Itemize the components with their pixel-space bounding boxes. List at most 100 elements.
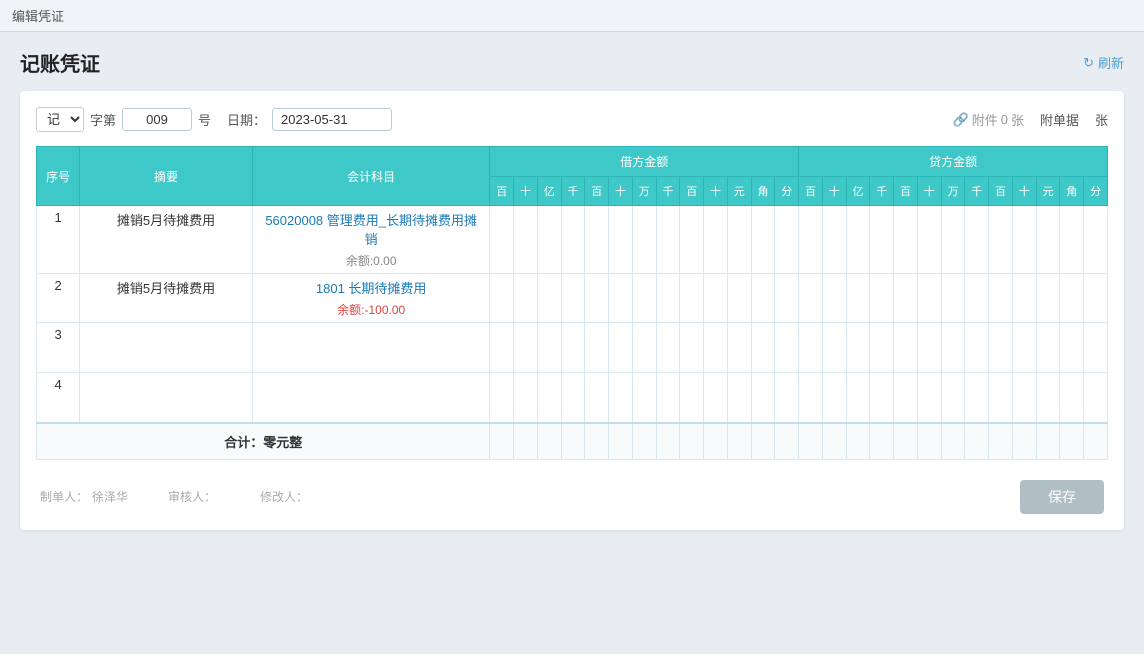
date-input[interactable] <box>272 108 392 131</box>
c8[interactable] <box>965 373 989 423</box>
d11[interactable] <box>727 206 751 274</box>
c7[interactable] <box>941 206 965 274</box>
d3[interactable] <box>537 323 561 373</box>
d9[interactable] <box>680 274 704 323</box>
d6[interactable] <box>609 373 633 423</box>
d1[interactable] <box>490 373 514 423</box>
c1[interactable] <box>799 373 823 423</box>
table-row[interactable]: 3 <box>37 323 1108 373</box>
d2[interactable] <box>514 323 538 373</box>
c5[interactable] <box>894 206 918 274</box>
c12[interactable] <box>1060 206 1084 274</box>
d8[interactable] <box>656 206 680 274</box>
attach-link[interactable]: 🔗 附件 0 张 <box>953 110 1024 129</box>
c12[interactable] <box>1060 323 1084 373</box>
c12[interactable] <box>1060 373 1084 423</box>
row-account[interactable]: 56020008 管理费用_长期待摊费用摊销 余额:0.00 <box>252 206 490 274</box>
c3[interactable] <box>846 323 870 373</box>
c9[interactable] <box>989 206 1013 274</box>
c2[interactable] <box>822 206 846 274</box>
d11[interactable] <box>727 373 751 423</box>
c6[interactable] <box>917 373 941 423</box>
c10[interactable] <box>1012 206 1036 274</box>
c5[interactable] <box>894 323 918 373</box>
c3[interactable] <box>846 373 870 423</box>
d2[interactable] <box>514 274 538 323</box>
c1[interactable] <box>799 323 823 373</box>
c4[interactable] <box>870 373 894 423</box>
c5[interactable] <box>894 373 918 423</box>
d10[interactable] <box>704 323 728 373</box>
c1[interactable] <box>799 206 823 274</box>
d11[interactable] <box>727 274 751 323</box>
c2[interactable] <box>822 274 846 323</box>
c8[interactable] <box>965 323 989 373</box>
d8[interactable] <box>656 373 680 423</box>
c7[interactable] <box>941 373 965 423</box>
d10[interactable] <box>704 373 728 423</box>
d12[interactable] <box>751 206 775 274</box>
d9[interactable] <box>680 323 704 373</box>
c12[interactable] <box>1060 274 1084 323</box>
d7[interactable] <box>632 323 656 373</box>
d12[interactable] <box>751 323 775 373</box>
c9[interactable] <box>989 323 1013 373</box>
refresh-button[interactable]: ↻ 刷新 <box>1083 53 1124 72</box>
c10[interactable] <box>1012 274 1036 323</box>
c7[interactable] <box>941 274 965 323</box>
d4[interactable] <box>561 274 585 323</box>
c13[interactable] <box>1084 274 1108 323</box>
table-row[interactable]: 4 <box>37 373 1108 423</box>
d4[interactable] <box>561 373 585 423</box>
c4[interactable] <box>870 323 894 373</box>
c9[interactable] <box>989 274 1013 323</box>
d1[interactable] <box>490 274 514 323</box>
d13[interactable] <box>775 206 799 274</box>
c2[interactable] <box>822 323 846 373</box>
d13[interactable] <box>775 373 799 423</box>
d1[interactable] <box>490 323 514 373</box>
c6[interactable] <box>917 323 941 373</box>
c2[interactable] <box>822 373 846 423</box>
c9[interactable] <box>989 373 1013 423</box>
d6[interactable] <box>609 274 633 323</box>
row-account[interactable] <box>252 373 490 423</box>
d7[interactable] <box>632 274 656 323</box>
c5[interactable] <box>894 274 918 323</box>
c8[interactable] <box>965 274 989 323</box>
d3[interactable] <box>537 373 561 423</box>
d1[interactable] <box>490 206 514 274</box>
c3[interactable] <box>846 274 870 323</box>
c6[interactable] <box>917 206 941 274</box>
c4[interactable] <box>870 206 894 274</box>
d7[interactable] <box>632 206 656 274</box>
c7[interactable] <box>941 323 965 373</box>
c8[interactable] <box>965 206 989 274</box>
d4[interactable] <box>561 323 585 373</box>
row-summary[interactable] <box>80 373 253 423</box>
row-summary[interactable]: 摊销5月待摊费用 <box>80 206 253 274</box>
c3[interactable] <box>846 206 870 274</box>
d11[interactable] <box>727 323 751 373</box>
number-input[interactable] <box>122 108 192 131</box>
c11[interactable] <box>1036 373 1060 423</box>
d8[interactable] <box>656 323 680 373</box>
c4[interactable] <box>870 274 894 323</box>
type-select[interactable]: 记 <box>36 107 84 132</box>
d13[interactable] <box>775 323 799 373</box>
c11[interactable] <box>1036 323 1060 373</box>
table-row[interactable]: 2 摊销5月待摊费用 1801 长期待摊费用 余额:-100.00 <box>37 274 1108 323</box>
c11[interactable] <box>1036 274 1060 323</box>
row-account[interactable] <box>252 323 490 373</box>
d7[interactable] <box>632 373 656 423</box>
d2[interactable] <box>514 206 538 274</box>
c10[interactable] <box>1012 323 1036 373</box>
d5[interactable] <box>585 373 609 423</box>
d6[interactable] <box>609 206 633 274</box>
save-button[interactable]: 保存 <box>1020 480 1104 514</box>
d3[interactable] <box>537 274 561 323</box>
d13[interactable] <box>775 274 799 323</box>
d5[interactable] <box>585 274 609 323</box>
row-summary[interactable] <box>80 323 253 373</box>
c10[interactable] <box>1012 373 1036 423</box>
